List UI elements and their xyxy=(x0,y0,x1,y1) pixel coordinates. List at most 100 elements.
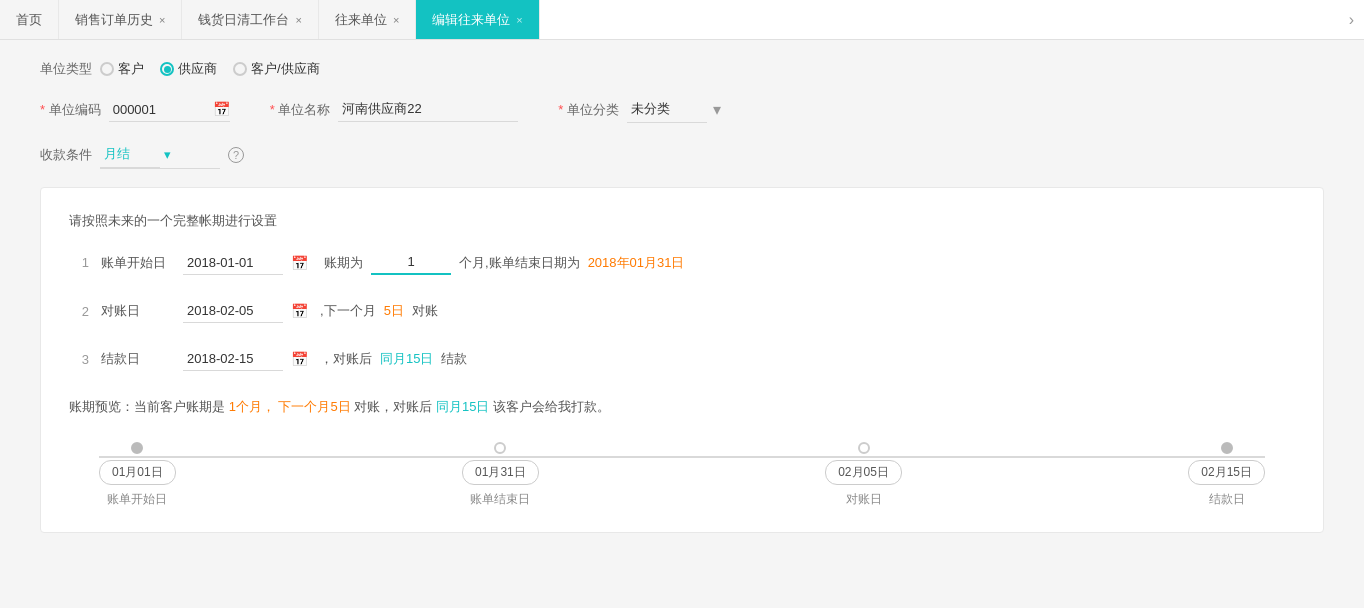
preview-next: 下一个月5日 xyxy=(278,399,350,414)
unit-type-label: 单位类型 xyxy=(40,60,92,78)
radio-both[interactable]: 客户/供应商 xyxy=(233,60,320,78)
timeline-node-3 xyxy=(858,442,870,454)
payment-terms-label: 收款条件 xyxy=(40,146,92,164)
timeline-point-1: 01月01日 账单开始日 xyxy=(99,442,176,508)
preview-end: 该客户会给我打款。 xyxy=(493,399,610,414)
tab-expander[interactable]: › xyxy=(1339,0,1364,39)
radio-supplier-circle xyxy=(160,62,174,76)
timeline-label-2: 账单结束日 xyxy=(470,491,530,508)
payment-terms-arrow: ▾ xyxy=(164,147,171,162)
row-2-calendar-icon[interactable]: 📅 xyxy=(291,303,308,319)
preview-text: 账期预览：当前客户账期是 1个月， 下一个月5日 对账，对账后 同月15日 该客… xyxy=(69,395,1295,418)
radio-customer-circle xyxy=(100,62,114,76)
preview-label: 账期预览：当前客户账期是 xyxy=(69,399,225,414)
timeline-label-3: 对账日 xyxy=(846,491,882,508)
timeline-node-1 xyxy=(131,442,143,454)
payment-terms-row: 收款条件 月结 ▾ ? xyxy=(40,141,1324,169)
unit-code-input-wrapper: 📅 xyxy=(109,98,230,122)
timeline-date-2: 01月31日 xyxy=(462,460,539,485)
preview-1m: 1个月， xyxy=(229,399,275,414)
row-3-calendar-icon[interactable]: 📅 xyxy=(291,351,308,367)
tab-sales-order-label: 销售订单历史 xyxy=(75,11,153,29)
row-1-date[interactable] xyxy=(183,251,283,275)
timeline: 01月01日 账单开始日 01月31日 账单结束日 02月05日 对账日 xyxy=(69,442,1295,508)
radio-customer[interactable]: 客户 xyxy=(100,60,144,78)
timeline-date-3: 02月05日 xyxy=(825,460,902,485)
radio-both-circle xyxy=(233,62,247,76)
row-3-suffix3: 结款 xyxy=(441,350,467,368)
radio-supplier-label: 供应商 xyxy=(178,60,217,78)
row-2-num: 2 xyxy=(69,304,89,319)
setting-row-2: 2 对账日 📅 ,下一个月 5日 对账 xyxy=(69,299,1295,323)
tab-bar: 首页 销售订单历史 × 钱货日清工作台 × 往来单位 × 编辑往来单位 × › xyxy=(0,0,1364,40)
row-2-suffix3: 对账 xyxy=(412,302,438,320)
unit-code-icon[interactable]: 📅 xyxy=(213,101,230,117)
row-1-value: 📅 账期为 个月,账单结束日期为 2018年01月31日 xyxy=(183,250,684,275)
timeline-label-4: 结款日 xyxy=(1209,491,1245,508)
timeline-point-4: 02月15日 结款日 xyxy=(1188,442,1265,508)
timeline-point-3: 02月05日 对账日 xyxy=(825,442,902,508)
settings-panel: 请按照未来的一个完整帐期进行设置 1 账单开始日 📅 账期为 个月,账单结束日期… xyxy=(40,187,1324,533)
unit-name-label: 单位名称 xyxy=(270,101,331,119)
unit-category-label: 单位分类 xyxy=(558,101,619,119)
tab-home[interactable]: 首页 xyxy=(0,0,59,39)
timeline-points: 01月01日 账单开始日 01月31日 账单结束日 02月05日 对账日 xyxy=(99,442,1265,508)
row-3-suffix2: 同月15日 xyxy=(380,350,433,368)
payment-terms-dropdown[interactable]: 月结 ▾ xyxy=(100,141,220,169)
tab-cash-work[interactable]: 钱货日清工作台 × xyxy=(182,0,318,39)
tab-home-label: 首页 xyxy=(16,11,42,29)
row-3-value: 📅 ，对账后 同月15日 结款 xyxy=(183,347,467,371)
tab-sales-order-close[interactable]: × xyxy=(159,14,165,26)
radio-customer-label: 客户 xyxy=(118,60,144,78)
payment-terms-field: 收款条件 月结 ▾ ? xyxy=(40,141,244,169)
row-2-label: 对账日 xyxy=(101,302,171,320)
tab-sales-order[interactable]: 销售订单历史 × xyxy=(59,0,182,39)
row-1-period-end: 2018年01月31日 xyxy=(588,254,685,272)
tab-cash-work-label: 钱货日清工作台 xyxy=(198,11,289,29)
unit-name-input[interactable] xyxy=(338,98,518,122)
chevron-right-icon: › xyxy=(1349,11,1354,29)
radio-both-label: 客户/供应商 xyxy=(251,60,320,78)
row-1-num: 1 xyxy=(69,255,89,270)
row-3-date[interactable] xyxy=(183,347,283,371)
unit-code-label: 单位编码 xyxy=(40,101,101,119)
unit-code-input[interactable] xyxy=(109,98,209,121)
tab-partners-close[interactable]: × xyxy=(393,14,399,26)
setting-row-1: 1 账单开始日 📅 账期为 个月,账单结束日期为 2018年01月31日 xyxy=(69,250,1295,275)
row-1-period-unit: 个月,账单结束日期为 xyxy=(459,254,580,272)
preview-mid: 对账，对账后 xyxy=(354,399,432,414)
timeline-label-1: 账单开始日 xyxy=(107,491,167,508)
row-2-value: 📅 ,下一个月 5日 对账 xyxy=(183,299,438,323)
panel-title: 请按照未来的一个完整帐期进行设置 xyxy=(69,212,1295,230)
unit-category-select[interactable]: 未分类 ▾ xyxy=(627,96,721,123)
tab-partners[interactable]: 往来单位 × xyxy=(319,0,416,39)
row-2-date[interactable] xyxy=(183,299,283,323)
payment-terms-help[interactable]: ? xyxy=(228,147,244,163)
timeline-point-2: 01月31日 账单结束日 xyxy=(462,442,539,508)
payment-terms-value: 月结 xyxy=(100,141,160,168)
setting-row-3: 3 结款日 📅 ，对账后 同月15日 结款 xyxy=(69,347,1295,371)
timeline-node-2 xyxy=(494,442,506,454)
row-2-suffix1: ,下一个月 xyxy=(320,302,376,320)
row-1-calendar-icon[interactable]: 📅 xyxy=(291,255,308,271)
tab-partners-label: 往来单位 xyxy=(335,11,387,29)
row-1-period-input[interactable] xyxy=(371,250,451,275)
timeline-date-4: 02月15日 xyxy=(1188,460,1265,485)
tab-edit-partner-close[interactable]: × xyxy=(516,14,522,26)
row-1-period-prefix: 账期为 xyxy=(324,254,363,272)
radio-supplier[interactable]: 供应商 xyxy=(160,60,217,78)
row-3-num: 3 xyxy=(69,352,89,367)
row-3-label: 结款日 xyxy=(101,350,171,368)
row-2-suffix2: 5日 xyxy=(384,302,404,320)
preview-same: 同月15日 xyxy=(436,399,489,414)
tab-cash-work-close[interactable]: × xyxy=(295,14,301,26)
unit-category-arrow: ▾ xyxy=(713,100,721,119)
unit-category-value: 未分类 xyxy=(627,96,707,123)
unit-type-radio-group: 客户 供应商 客户/供应商 xyxy=(100,60,320,78)
tab-edit-partner[interactable]: 编辑往来单位 × xyxy=(416,0,539,39)
unit-type-field: 单位类型 客户 供应商 客户/供应商 xyxy=(40,60,320,78)
unit-category-field: 单位分类 未分类 ▾ xyxy=(558,96,721,123)
row-1-label: 账单开始日 xyxy=(101,254,171,272)
unit-type-row: 单位类型 客户 供应商 客户/供应商 xyxy=(40,60,1324,78)
tab-edit-partner-label: 编辑往来单位 xyxy=(432,11,510,29)
